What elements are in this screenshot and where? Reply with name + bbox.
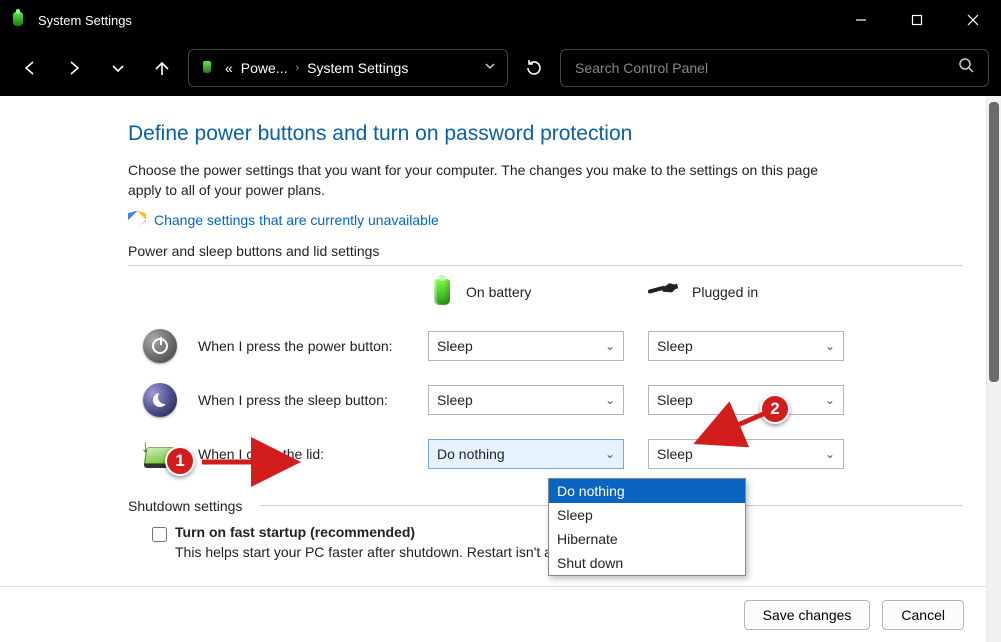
recent-dropdown-button[interactable] xyxy=(100,50,136,86)
fast-startup-label: Turn on fast startup (recommended) xyxy=(175,524,415,540)
up-button[interactable] xyxy=(144,50,180,86)
change-unavailable-link[interactable]: Change settings that are currently unava… xyxy=(154,212,439,228)
content-area: Define power buttons and turn on passwor… xyxy=(0,96,1001,642)
uac-shield-icon xyxy=(128,211,146,229)
maximize-button[interactable] xyxy=(889,0,945,40)
lid-battery-dropdown[interactable]: Do nothing Sleep Hibernate Shut down xyxy=(548,478,746,576)
fast-startup-help: This helps start your PC faster after sh… xyxy=(175,544,602,560)
vertical-scrollbar[interactable] xyxy=(986,96,1001,642)
sleep-row-label: When I press the sleep button: xyxy=(198,392,418,408)
address-bar[interactable]: « Powe... › System Settings xyxy=(188,49,508,87)
minimize-button[interactable] xyxy=(833,0,889,40)
power-row-label: When I press the power button: xyxy=(198,338,418,354)
power-battery-select[interactable]: Sleep ⌄ xyxy=(428,331,624,361)
save-changes-button[interactable]: Save changes xyxy=(744,600,871,630)
sleep-button-icon xyxy=(142,382,178,418)
chevron-down-icon: ⌄ xyxy=(605,393,615,407)
sleep-plugged-select[interactable]: Sleep ⌄ xyxy=(648,385,844,415)
footer: Save changes Cancel xyxy=(0,586,986,642)
battery-icon xyxy=(428,274,456,310)
search-input[interactable] xyxy=(575,60,958,76)
chevron-down-icon: ⌄ xyxy=(825,393,835,407)
close-button[interactable] xyxy=(945,0,1001,40)
search-icon xyxy=(958,57,974,78)
window-buttons xyxy=(833,0,1001,40)
col-on-battery: On battery xyxy=(428,274,638,310)
power-button-icon xyxy=(142,328,178,364)
col-plugged-in: Plugged in xyxy=(648,282,858,302)
breadcrumb-seg2[interactable]: System Settings xyxy=(307,60,408,76)
lid-icon: ↓ xyxy=(142,436,178,472)
toolbar: « Powe... › System Settings xyxy=(0,40,1001,96)
chevron-down-icon: ⌄ xyxy=(605,447,615,461)
scrollbar-thumb[interactable] xyxy=(989,102,999,382)
plug-icon xyxy=(648,282,682,302)
sleep-plugged-value: Sleep xyxy=(657,392,693,408)
chevron-down-icon: ⌄ xyxy=(605,339,615,353)
address-dropdown-icon[interactable] xyxy=(483,59,497,76)
breadcrumb-prefix: « xyxy=(225,60,233,76)
dropdown-option[interactable]: Hibernate xyxy=(549,527,745,551)
chevron-down-icon: ⌄ xyxy=(825,339,835,353)
power-plugged-select[interactable]: Sleep ⌄ xyxy=(648,331,844,361)
lid-battery-value: Do nothing xyxy=(437,446,505,462)
search-box[interactable] xyxy=(560,49,989,87)
settings-grid: On battery Plugged in When I press the p… xyxy=(128,274,963,472)
back-button[interactable] xyxy=(12,50,48,86)
buttons-section-label: Power and sleep buttons and lid settings xyxy=(128,243,963,259)
sleep-battery-value: Sleep xyxy=(437,392,473,408)
lid-row-label: When I close the lid: xyxy=(198,446,418,462)
fast-startup-checkbox[interactable] xyxy=(152,527,167,542)
sleep-battery-select[interactable]: Sleep ⌄ xyxy=(428,385,624,415)
intro-text: Choose the power settings that you want … xyxy=(128,160,828,201)
breadcrumb-sep: › xyxy=(296,62,300,74)
window-title: System Settings xyxy=(38,13,132,28)
power-options-icon xyxy=(199,59,217,77)
section-rule xyxy=(128,265,963,266)
chevron-down-icon: ⌄ xyxy=(825,447,835,461)
breadcrumb-seg1[interactable]: Powe... xyxy=(241,60,288,76)
forward-button[interactable] xyxy=(56,50,92,86)
refresh-button[interactable] xyxy=(516,50,552,86)
shutdown-section-label: Shutdown settings xyxy=(128,498,242,514)
lid-plugged-select[interactable]: Sleep ⌄ xyxy=(648,439,844,469)
lid-battery-select[interactable]: Do nothing ⌄ xyxy=(428,439,624,469)
page-title: Define power buttons and turn on passwor… xyxy=(128,122,963,146)
content-scroll: Define power buttons and turn on passwor… xyxy=(0,96,1001,586)
cancel-button[interactable]: Cancel xyxy=(882,600,964,630)
lid-plugged-value: Sleep xyxy=(657,446,693,462)
power-plugged-value: Sleep xyxy=(657,338,693,354)
power-battery-value: Sleep xyxy=(437,338,473,354)
col-plugged-label: Plugged in xyxy=(692,284,758,300)
col-battery-label: On battery xyxy=(466,284,531,300)
title-bar: System Settings xyxy=(0,0,1001,40)
app-icon xyxy=(10,9,28,31)
dropdown-option[interactable]: Do nothing xyxy=(549,479,745,503)
dropdown-option[interactable]: Sleep xyxy=(549,503,745,527)
dropdown-option[interactable]: Shut down xyxy=(549,551,745,575)
